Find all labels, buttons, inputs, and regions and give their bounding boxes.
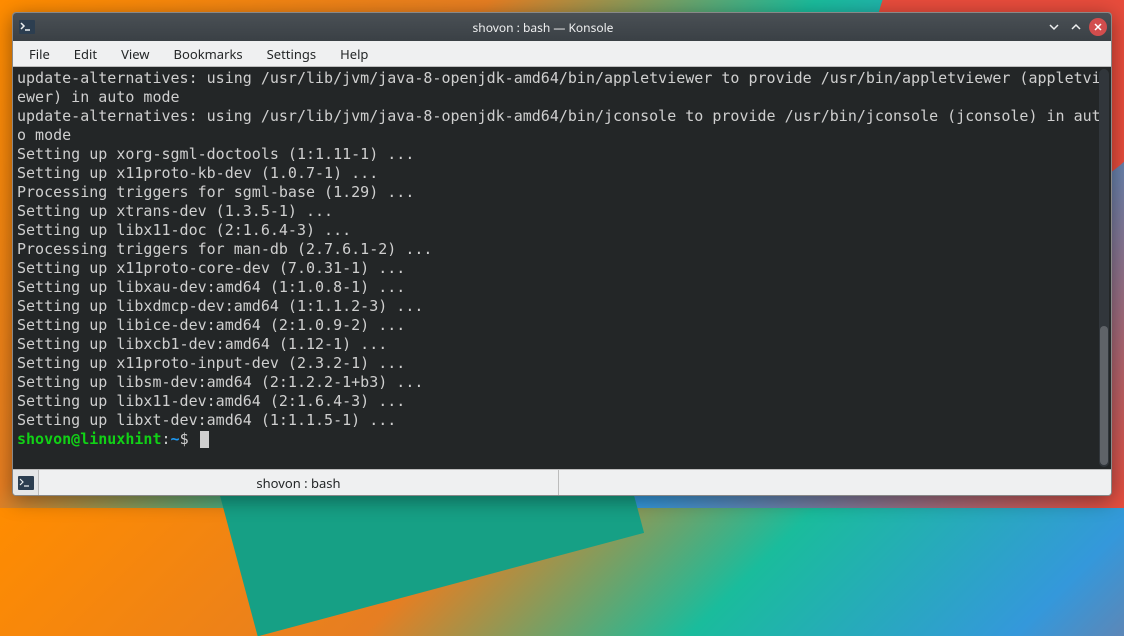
window-controls <box>1045 18 1107 36</box>
scrollbar-thumb[interactable] <box>1100 326 1108 465</box>
menu-help[interactable]: Help <box>328 42 380 66</box>
terminal-output[interactable]: update-alternatives: using /usr/lib/jvm/… <box>13 67 1111 469</box>
menu-bookmarks[interactable]: Bookmarks <box>162 42 255 66</box>
scrollbar[interactable] <box>1099 69 1109 467</box>
menu-settings[interactable]: Settings <box>255 42 328 66</box>
titlebar[interactable]: shovon : bash — Konsole <box>13 13 1111 41</box>
terminal-area[interactable]: update-alternatives: using /usr/lib/jvm/… <box>13 67 1111 469</box>
cursor <box>200 431 209 448</box>
window-title: shovon : bash — Konsole <box>41 19 1045 36</box>
minimize-button[interactable] <box>1045 18 1063 36</box>
menu-view[interactable]: View <box>109 42 161 66</box>
tabbar: shovon : bash <box>13 469 1111 495</box>
terminal-app-icon <box>17 18 37 36</box>
menubar: File Edit View Bookmarks Settings Help <box>13 41 1111 67</box>
tab-shovon-bash[interactable]: shovon : bash <box>39 470 559 495</box>
close-button[interactable] <box>1089 18 1107 36</box>
menu-edit[interactable]: Edit <box>62 42 109 66</box>
new-tab-button[interactable] <box>13 470 39 495</box>
menu-file[interactable]: File <box>17 42 62 66</box>
maximize-button[interactable] <box>1067 18 1085 36</box>
konsole-window: shovon : bash — Konsole File Edit View B… <box>12 12 1112 496</box>
